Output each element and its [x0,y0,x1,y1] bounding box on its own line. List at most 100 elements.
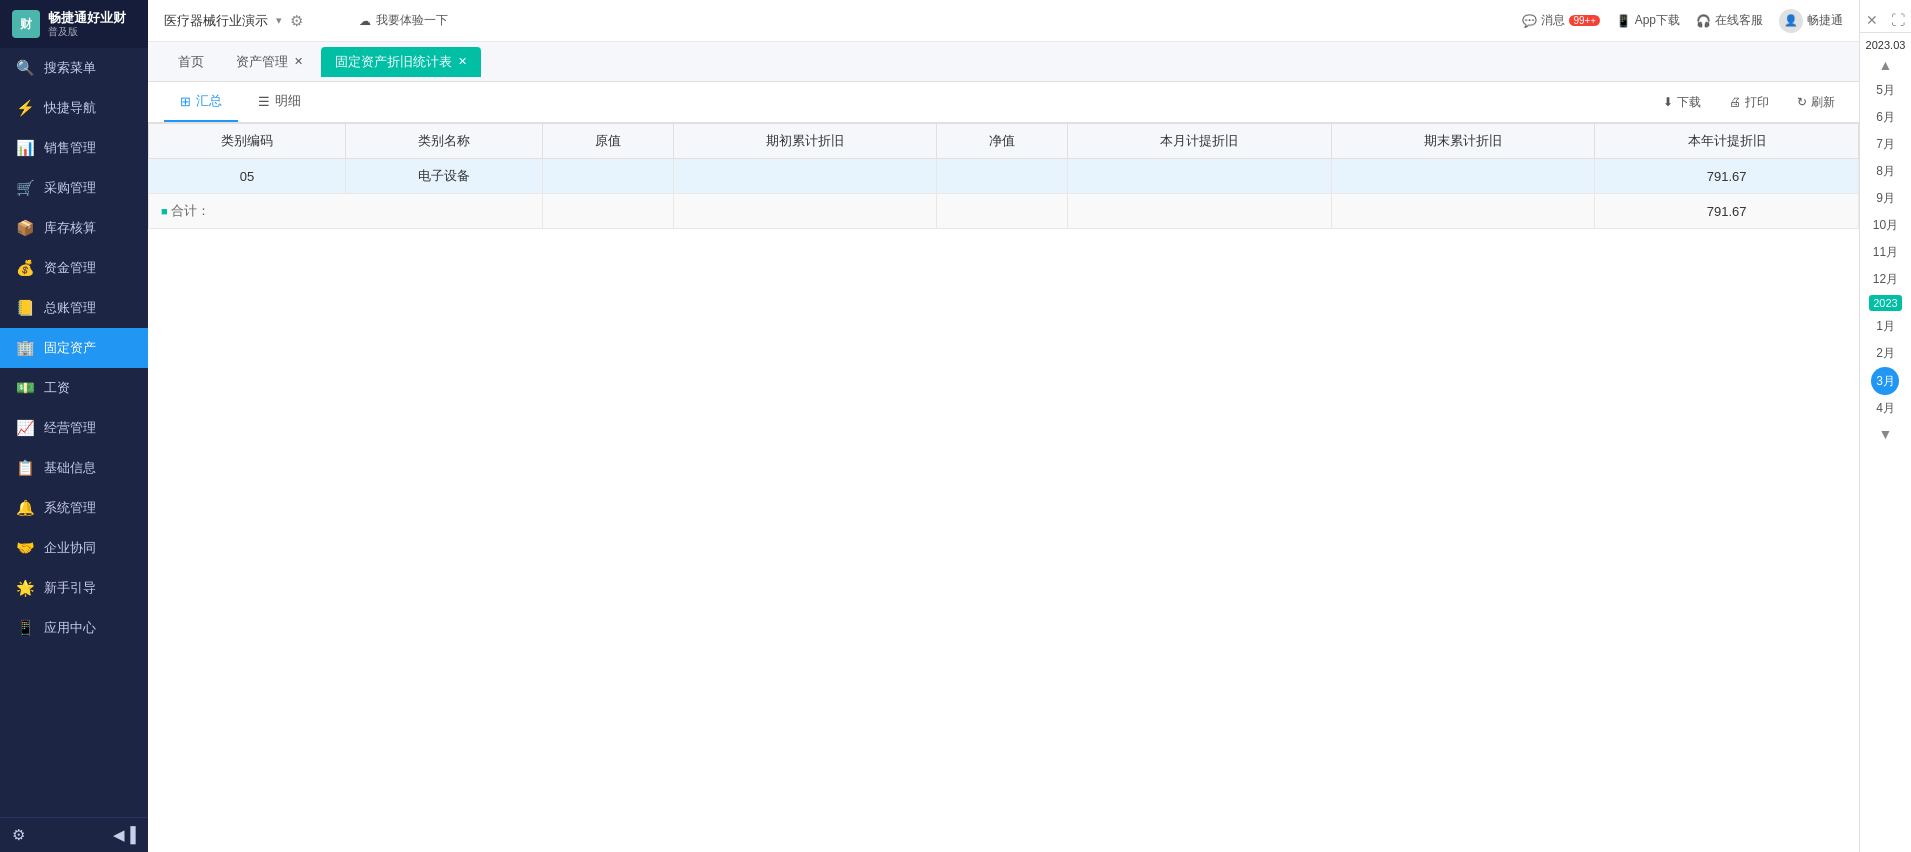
refresh-label: 刷新 [1811,94,1835,111]
tab-asset-mgmt-close[interactable]: ✕ [294,55,303,68]
tabbar: 首页 资产管理 ✕ 固定资产折旧统计表 ✕ [148,42,1859,82]
experience-button[interactable]: ☁ 我要体验一下 [359,12,448,29]
tab-depreciation-close[interactable]: ✕ [458,55,467,68]
settings-icon[interactable]: ⚙ [12,826,25,844]
nav-down-icon[interactable]: ▼ [1875,422,1897,446]
customer-service-button[interactable]: 🎧 在线客服 [1696,12,1763,29]
sidebar-item-label: 快捷导航 [44,99,96,117]
tab-asset-mgmt-label: 资产管理 [236,53,288,71]
cell-net-value [937,159,1068,194]
sidebar-item-purchase[interactable]: 🛒采购管理 [0,168,148,208]
sidebar-item-sales[interactable]: 📊 销售管理 [0,128,148,168]
table-wrapper: 类别编码 类别名称 原值 期初累计折旧 净值 本月计提折旧 期末累计折旧 本年计… [148,123,1859,852]
enterprise-icon: 🤝 [16,539,34,557]
cell-initial-dep [673,159,937,194]
sidebar-item-label: 应用中心 [44,619,96,637]
print-icon: 🖨 [1729,95,1741,109]
print-button[interactable]: 🖨 打印 [1721,90,1777,115]
subtab-detail[interactable]: ☰ 明细 [242,82,317,122]
company-chevron-icon[interactable]: ▾ [276,14,282,27]
tab-home[interactable]: 首页 [164,47,218,77]
sidebar-item-label: 总账管理 [44,299,96,317]
month-item[interactable]: 6月 [1869,104,1901,131]
sidebar-item-basic-info[interactable]: 📋基础信息 [0,448,148,488]
month-item[interactable]: 3月 [1871,367,1899,395]
sidebar-footer: ⚙ ◀▐ [0,817,148,852]
panel-close-icon[interactable]: ✕ [1866,12,1878,28]
sidebar-scroll: 🔍 搜索菜单 ⚡快捷导航 📊 销售管理 🛒采购管理📦库存核算 💰 资金管理 📒 总账管理 🏢固定资产… [0,48,148,817]
download-button[interactable]: ⬇ 下载 [1655,90,1709,115]
sidebar-item-finance[interactable]: 💰 资金管理 [0,248,148,288]
panel-expand-icon[interactable]: ⛶ [1891,12,1905,28]
print-label: 打印 [1745,94,1769,111]
topbar: 医疗器械行业演示 ▾ ⚙ ☁ 我要体验一下 💬 消息 99++ 📱 App下载 … [148,0,1859,42]
sidebar-item-ledger[interactable]: 📒 总账管理 [0,288,148,328]
app-download-button[interactable]: 📱 App下载 [1616,12,1680,29]
search-icon: 🔍 [16,59,34,77]
month-item[interactable]: 10月 [1869,212,1901,239]
topbar-settings-icon[interactable]: ⚙ [290,12,303,30]
sidebar-item-guide[interactable]: 🌟新手引导 [0,568,148,608]
payroll-icon: 💵 [16,379,34,397]
message-button[interactable]: 💬 消息 99++ [1522,12,1599,29]
sidebar-item-quicknav[interactable]: ⚡快捷导航 [0,88,148,128]
panel-year-header: 2023.03 [1860,33,1911,53]
tab-home-label: 首页 [178,53,204,71]
subtotal-label: ■ 合计： [149,194,543,229]
month-item[interactable]: 4月 [1869,395,1901,422]
system-icon: 🔔 [16,499,34,517]
topbar-right: 💬 消息 99++ 📱 App下载 🎧 在线客服 👤 畅捷通 [1522,9,1843,33]
sidebar-item-label: 库存核算 [44,219,96,237]
panel-months: 5月6月7月8月9月10月11月12月20231月2月3月4月 [1869,77,1901,422]
subtotal-net-value [937,194,1068,229]
cell-end-dep [1331,159,1595,194]
month-item[interactable]: 5月 [1869,77,1901,104]
month-item[interactable]: 1月 [1869,313,1901,340]
nav-up-icon[interactable]: ▲ [1875,53,1897,77]
month-item[interactable]: 11月 [1869,239,1901,266]
sidebar-item-enterprise[interactable]: 🤝 企业协同 [0,528,148,568]
panel-nav-up: ▲ [1875,53,1897,77]
month-item[interactable]: 8月 [1869,158,1901,185]
refresh-button[interactable]: ↻ 刷新 [1789,90,1843,115]
message-label: 消息 [1541,12,1565,29]
finance-icon: 💰 [16,259,34,277]
tab-asset-mgmt[interactable]: 资产管理 ✕ [222,47,317,77]
headset-icon: 🎧 [1696,14,1711,28]
subtotal-row: ■ 合计： 791.67 [149,194,1859,229]
sidebar-item-system[interactable]: 🔔系统管理 [0,488,148,528]
tab-depreciation[interactable]: 固定资产折旧统计表 ✕ [321,47,481,77]
ledger-icon: 📒 [16,299,34,317]
month-item[interactable]: 2月 [1869,340,1901,367]
sidebar-item-fixed-assets[interactable]: 🏢固定资产 [0,328,148,368]
main-area: 医疗器械行业演示 ▾ ⚙ ☁ 我要体验一下 💬 消息 99++ 📱 App下载 … [148,0,1859,852]
sidebar-item-label: 销售管理 [44,139,96,157]
sidebar-item-payroll[interactable]: 💵 工资 [0,368,148,408]
refresh-icon: ↻ [1797,95,1807,109]
sidebar-item-label: 资金管理 [44,259,96,277]
sidebar-item-apps[interactable]: 📱应用中心 [0,608,148,648]
message-badge: 99++ [1569,15,1599,26]
sales-icon: 📊 [16,139,34,157]
collapse-icon[interactable]: ◀▐ [113,826,136,844]
subtotal-end-dep [1331,194,1595,229]
cell-code: 05 [149,159,346,194]
col-annual-dep: 本年计提折旧 [1595,124,1859,159]
subtab-summary[interactable]: ⊞ 汇总 [164,82,238,122]
month-item[interactable]: 9月 [1869,185,1901,212]
user-profile[interactable]: 👤 畅捷通 [1779,9,1843,33]
phone-icon: 📱 [1616,14,1631,28]
fixed-assets-icon: 🏢 [16,339,34,357]
sidebar-item-inventory[interactable]: 📦库存核算 [0,208,148,248]
guide-icon: 🌟 [16,579,34,597]
month-item[interactable]: 12月 [1869,266,1901,293]
sidebar-item-label: 搜索菜单 [44,59,96,77]
month-item[interactable]: 7月 [1869,131,1901,158]
sidebar-item-search[interactable]: 🔍 搜索菜单 [0,48,148,88]
sidebar-item-operations[interactable]: 📈经营管理 [0,408,148,448]
app-download-label: App下载 [1635,12,1680,29]
sidebar-item-label: 工资 [44,379,70,397]
sidebar-item-label: 企业协同 [44,539,96,557]
company-name: 医疗器械行业演示 [164,12,268,30]
download-icon: ⬇ [1663,95,1673,109]
